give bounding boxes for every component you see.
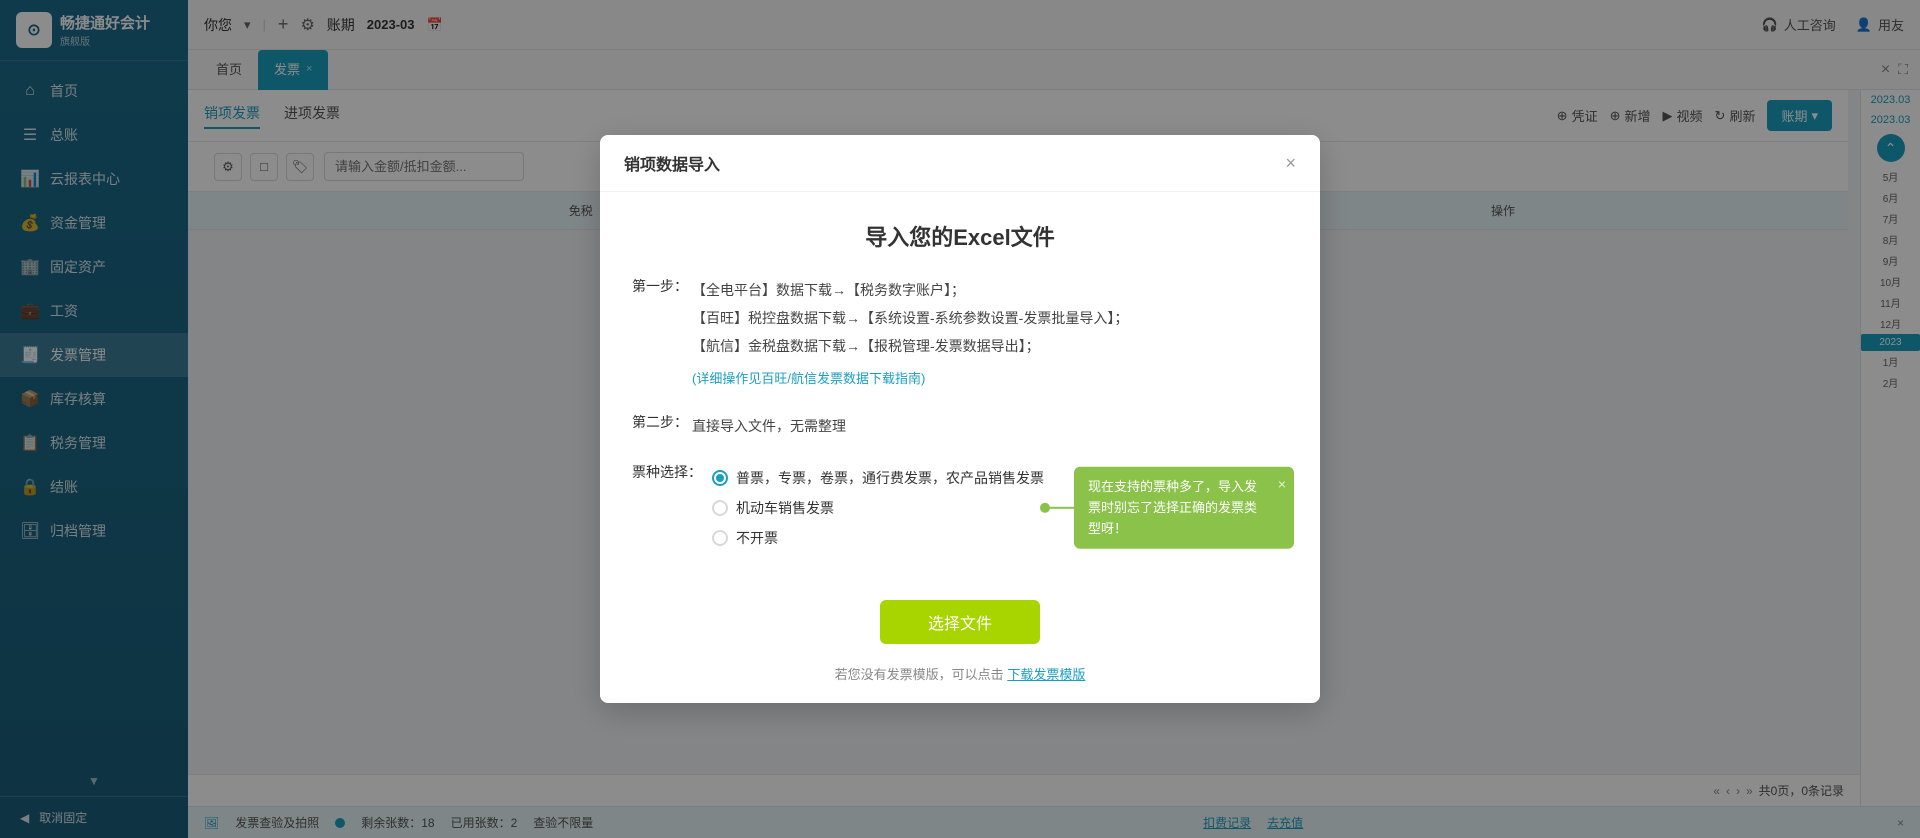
radio-item-1[interactable]: 普票，专票，卷票，通行费发票，农产品销售发票	[712, 468, 1044, 488]
modal-header: 销项数据导入 ×	[600, 135, 1320, 192]
download-template-link[interactable]: 下载发票模版	[1007, 667, 1085, 682]
ticket-label: 票种选择：	[632, 460, 712, 482]
select-file-button[interactable]: 选择文件	[880, 600, 1040, 644]
step2: 第二步： 直接导入文件，无需整理	[632, 412, 1288, 440]
step1-row: 第一步： 【全电平台】数据下载→【税务数字账户】； 【百旺】税控盘数据下载→【系…	[632, 276, 1288, 392]
modal-body: 导入您的Excel文件 第一步： 【全电平台】数据下载→【税务数字账户】； 【百…	[600, 192, 1320, 584]
step2-key: 第二步：	[632, 412, 692, 432]
radio-circle-1	[712, 470, 728, 486]
tooltip-container: 现在支持的票种多了，导入发票时别忘了选择正确的发票类型呀！ ×	[1074, 467, 1294, 549]
step1-key: 第一步：	[632, 276, 692, 296]
modal-section-title: 导入您的Excel文件	[632, 220, 1288, 252]
modal-overlay: 销项数据导入 × 导入您的Excel文件 第一步： 【全电平台】数据下载→【税务…	[0, 0, 1920, 838]
radio-group: 普票，专票，卷票，通行费发票，农产品销售发票 机动车销售发票 现在支持的票种多了…	[712, 468, 1044, 548]
radio-label-3: 不开票	[736, 528, 778, 548]
step2-row: 第二步： 直接导入文件，无需整理	[632, 412, 1288, 440]
radio-circle-3	[712, 530, 728, 546]
modal-footer: 选择文件	[600, 584, 1320, 656]
step2-content: 直接导入文件，无需整理	[692, 412, 846, 440]
radio-label-1: 普票，专票，卷票，通行费发票，农产品销售发票	[736, 468, 1044, 488]
step1-line1: 【全电平台】数据下载→【税务数字账户】；	[692, 276, 1128, 304]
tooltip-close-icon[interactable]: ×	[1278, 473, 1286, 495]
step1: 第一步： 【全电平台】数据下载→【税务数字账户】； 【百旺】税控盘数据下载→【系…	[632, 276, 1288, 392]
import-modal: 销项数据导入 × 导入您的Excel文件 第一步： 【全电平台】数据下载→【税务…	[600, 135, 1320, 703]
modal-download: 若您没有发票模版，可以点击 下载发票模版	[600, 656, 1320, 703]
ticket-selection: 票种选择： 普票，专票，卷票，通行费发票，农产品销售发票 机动车销售发票	[632, 460, 1288, 556]
tooltip-dot	[1040, 503, 1050, 513]
radio-item-3[interactable]: 不开票	[712, 528, 1044, 548]
modal-title: 销项数据导入	[624, 151, 720, 175]
tooltip-bubble: 现在支持的票种多了，导入发票时别忘了选择正确的发票类型呀！ ×	[1074, 467, 1294, 549]
radio-item-2[interactable]: 机动车销售发票 现在支持的票种多了，导入发票时别忘了选择正确的发票类型呀！ ×	[712, 498, 1044, 518]
modal-close-button[interactable]: ×	[1285, 153, 1296, 174]
radio-circle-2	[712, 500, 728, 516]
step1-content: 【全电平台】数据下载→【税务数字账户】； 【百旺】税控盘数据下载→【系统设置-系…	[692, 276, 1128, 392]
radio-label-2: 机动车销售发票	[736, 498, 834, 518]
download-text: 若您没有发票模版，可以点击	[835, 667, 1004, 682]
step1-guide-link[interactable]: (详细操作见百旺/航信发票数据下载指南)	[692, 371, 925, 386]
step1-line3: 【航信】金税盘数据下载→【报税管理-发票数据导出】；	[692, 332, 1128, 360]
tooltip-text: 现在支持的票种多了，导入发票时别忘了选择正确的发票类型呀！	[1088, 479, 1257, 536]
step1-line2: 【百旺】税控盘数据下载→【系统设置-系统参数设置-发票批量导入】；	[692, 304, 1128, 332]
